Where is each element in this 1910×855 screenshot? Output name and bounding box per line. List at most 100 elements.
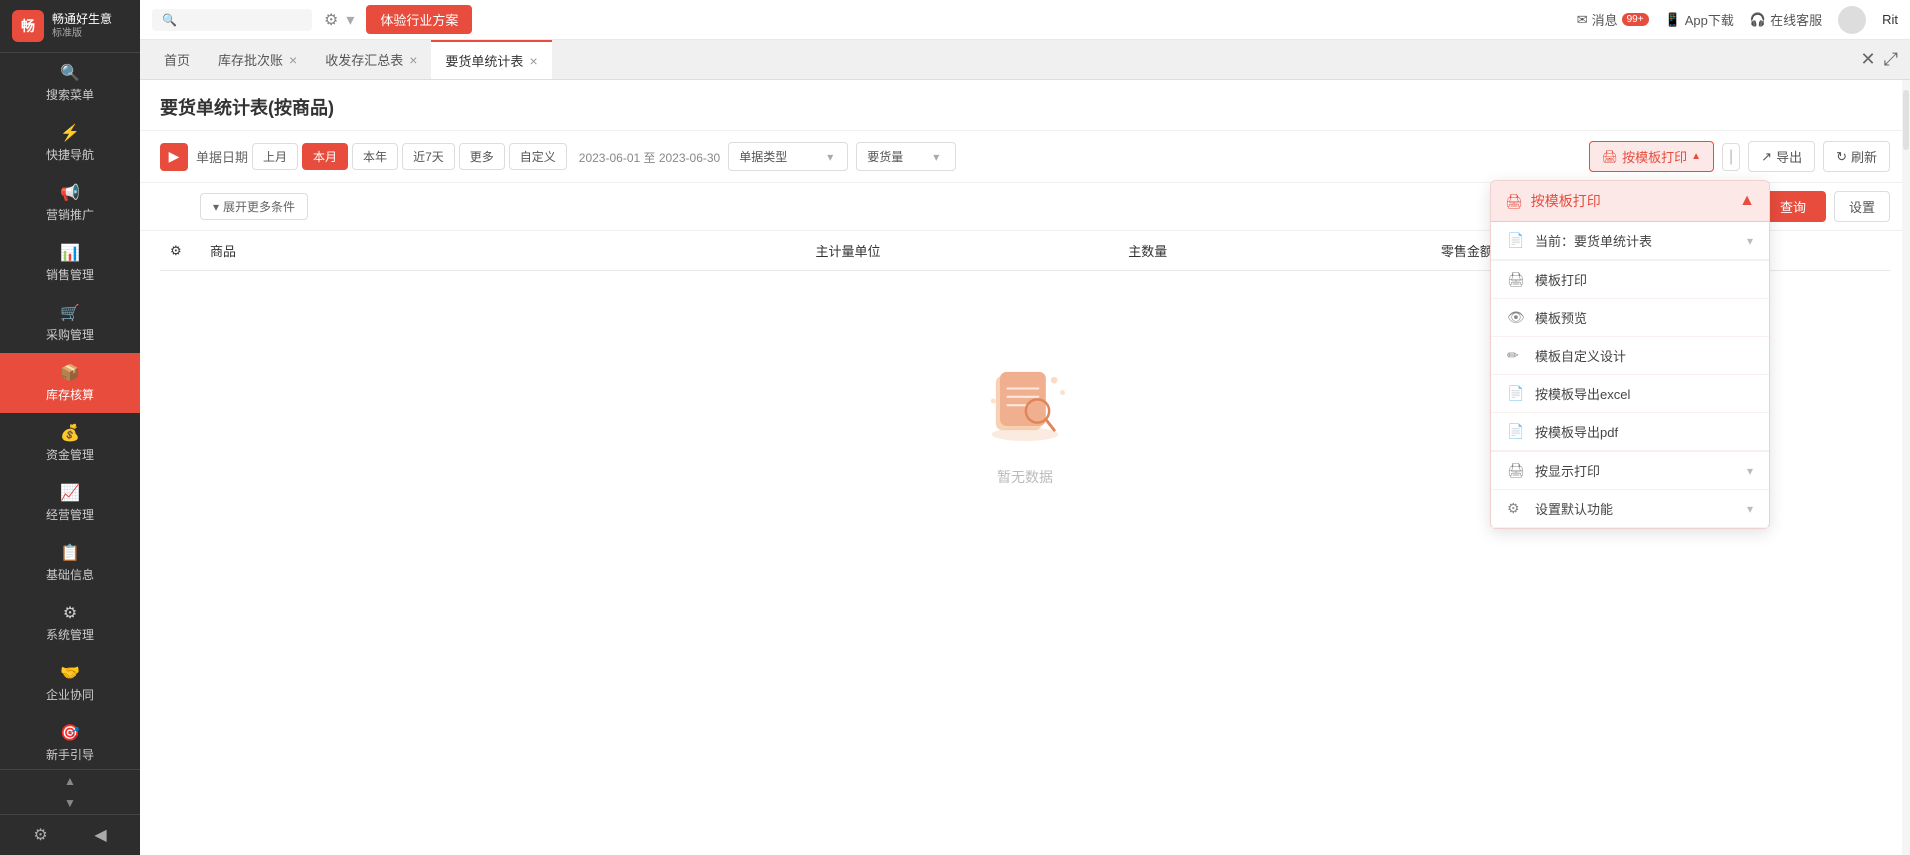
- tab-inventory-batch-close[interactable]: ×: [289, 53, 297, 67]
- sidebar-logo: 畅 畅通好生意 标准版: [0, 0, 140, 53]
- date-range-display: 2023-06-01 至 2023-06-30: [579, 147, 720, 166]
- export-btn-label: 导出: [1776, 147, 1802, 166]
- date-btn-more[interactable]: 更多: [459, 143, 505, 170]
- target-icon: 🎯: [60, 723, 80, 743]
- dropdown-item-template-preview[interactable]: 👁 模板预览: [1491, 299, 1769, 337]
- date-btn-this-month[interactable]: 本月: [302, 143, 348, 170]
- tab-order-summary-close[interactable]: ×: [529, 54, 537, 68]
- message-btn[interactable]: ✉ 消息 99+: [1577, 10, 1649, 29]
- dropdown-item-template-design[interactable]: ✏ 模板自定义设计: [1491, 337, 1769, 375]
- page-header: 要货单统计表(按商品): [140, 80, 1910, 131]
- dropdown-title: 🖨 按模板打印: [1505, 191, 1601, 211]
- right-scrollbar[interactable]: [1902, 80, 1910, 855]
- sidebar-item-marketing[interactable]: 📢 营销推广: [0, 173, 140, 233]
- topbar-gear-icon[interactable]: ⚙: [324, 10, 338, 30]
- sidebar-item-finance[interactable]: 💰 资金管理: [0, 413, 140, 473]
- date-btn-7days[interactable]: 近7天: [402, 143, 455, 170]
- sidebar-item-inventory[interactable]: 📦 库存核算: [0, 353, 140, 413]
- set-default-arrow-icon: ▾: [1747, 502, 1753, 516]
- template-preview-icon: 👁: [1507, 309, 1525, 326]
- sidebar-item-label: 快捷导航: [46, 146, 94, 163]
- tab-receivable-close[interactable]: ×: [409, 53, 417, 67]
- yaohuo-label: 要货量: [867, 148, 903, 165]
- expand-icon-btn[interactable]: ▶: [160, 143, 188, 171]
- trial-button[interactable]: 体验行业方案: [366, 5, 472, 34]
- refresh-btn[interactable]: ↻ 刷新: [1823, 141, 1890, 172]
- sidebar-item-label: 采购管理: [46, 326, 94, 343]
- expand-label: 展开更多条件: [223, 198, 295, 215]
- sidebar-item-sales[interactable]: 📊 销售管理: [0, 233, 140, 293]
- date-btn-custom[interactable]: 自定义: [509, 143, 567, 170]
- sidebar-item-guide[interactable]: 🎯 新手引导: [0, 713, 140, 769]
- template-preview-label: 模板预览: [1535, 308, 1753, 327]
- sidebar-item-purchase[interactable]: 🛒 采购管理: [0, 293, 140, 353]
- settings-btn[interactable]: 设置: [1834, 191, 1890, 222]
- col-unit-header: 主计量单位: [805, 241, 1118, 260]
- toolbar-right: 🖨 按模板打印 ▲ | ↗ 导出 ↻ 刷新: [1589, 141, 1890, 172]
- tab-inventory-batch-label: 库存批次账: [218, 50, 283, 69]
- topbar-search[interactable]: 🔍: [152, 9, 312, 31]
- template-print-icon: 🖨: [1507, 271, 1525, 288]
- dropdown-item-template-print[interactable]: 🖨 模板打印: [1491, 261, 1769, 299]
- sidebar-scroll-up[interactable]: ▲: [0, 769, 140, 792]
- sidebar-item-basic[interactable]: 📋 基础信息: [0, 533, 140, 593]
- doc-type-select[interactable]: 单据类型 ▾: [728, 142, 848, 171]
- sidebar-item-collab[interactable]: 🤝 企业协同: [0, 653, 140, 713]
- maximize-tab-btn[interactable]: ⤢: [1880, 49, 1902, 70]
- dropdown-panel-header: 🖨 按模板打印 ▲: [1491, 181, 1769, 222]
- dropdown-close-btn[interactable]: ▲: [1739, 192, 1755, 210]
- content: 要货单统计表(按商品) ▶ 单据日期 上月 本月 本年 近7天 更多 自定义 2…: [140, 80, 1910, 855]
- export-btn[interactable]: ↗ 导出: [1748, 141, 1815, 172]
- megaphone-icon: 📢: [60, 183, 80, 203]
- set-default-icon: ⚙: [1507, 500, 1525, 517]
- conditions-left: ▾ 展开更多条件: [200, 193, 308, 220]
- topbar: 🔍 ⚙ ▾ 体验行业方案 ✉ 消息 99+ 📱 App下载 🎧 在线客服 Rit: [140, 0, 1910, 40]
- sidebar: 畅 畅通好生意 标准版 🔍 搜索菜单 ⚡ 快捷导航 📢 营销推广 📊 销售管理 …: [0, 0, 140, 855]
- tab-inventory-batch[interactable]: 库存批次账 ×: [204, 40, 311, 79]
- dropdown-item-template-pdf[interactable]: 📄 按模板导出pdf: [1491, 413, 1769, 451]
- date-btn-this-year[interactable]: 本年: [352, 143, 398, 170]
- date-filter-label: 单据日期: [196, 147, 248, 166]
- sidebar-item-quick-nav[interactable]: ⚡ 快捷导航: [0, 113, 140, 173]
- lightning-icon: ⚡: [60, 123, 80, 143]
- template-pdf-label: 按模板导出pdf: [1535, 422, 1753, 441]
- sidebar-scroll-down[interactable]: ▼: [0, 792, 140, 814]
- online-service-btn[interactable]: 🎧 在线客服: [1750, 10, 1822, 29]
- yaohuo-filter[interactable]: 要货量 ▾: [856, 142, 956, 171]
- tab-receivable[interactable]: 收发存汇总表 ×: [311, 40, 431, 79]
- cart-icon: 🛒: [60, 303, 80, 323]
- dropdown-current-item[interactable]: 📄 当前：要货单统计表 ▾: [1491, 222, 1769, 260]
- print-btn[interactable]: 🖨 按模板打印 ▲: [1589, 141, 1714, 172]
- avatar[interactable]: [1838, 6, 1866, 34]
- box-icon: 📦: [60, 363, 80, 383]
- tabbar-actions: ✕ ⤢: [1857, 49, 1910, 70]
- col-product-header: 商品: [200, 241, 805, 260]
- dropdown-item-set-default[interactable]: ⚙ 设置默认功能 ▾: [1491, 490, 1769, 528]
- dropdown-item-display-print[interactable]: 🖨 按显示打印 ▾: [1491, 452, 1769, 490]
- dropdown-item-template-excel[interactable]: 📄 按模板导出excel: [1491, 375, 1769, 413]
- printer-header-icon: 🖨: [1505, 193, 1523, 210]
- message-badge: 99+: [1622, 13, 1649, 26]
- divider-icon[interactable]: |: [1722, 143, 1740, 171]
- col-settings[interactable]: ⚙: [160, 243, 200, 259]
- template-print-label: 模板打印: [1535, 270, 1753, 289]
- app-download-btn[interactable]: 📱 App下载: [1665, 10, 1734, 29]
- collapse-footer-btn[interactable]: ◀: [94, 825, 106, 845]
- main-area: 🔍 ⚙ ▾ 体验行业方案 ✉ 消息 99+ 📱 App下载 🎧 在线客服 Rit: [140, 0, 1910, 855]
- tab-order-summary[interactable]: 要货单统计表 ×: [431, 40, 551, 79]
- sidebar-item-system[interactable]: ⚙ 系统管理: [0, 593, 140, 653]
- date-btn-last-month[interactable]: 上月: [252, 143, 298, 170]
- sidebar-item-label: 库存核算: [46, 386, 94, 403]
- empty-text: 暂无数据: [997, 467, 1053, 487]
- expand-conditions-btn[interactable]: ▾ 展开更多条件: [200, 193, 308, 220]
- yaohuo-arrow-icon: ▾: [933, 150, 939, 164]
- sidebar-item-operations[interactable]: 📈 经营管理: [0, 473, 140, 533]
- topbar-chevron-icon[interactable]: ▾: [346, 10, 354, 30]
- close-tab-btn[interactable]: ✕: [1857, 49, 1880, 70]
- template-design-icon: ✏: [1507, 347, 1525, 364]
- current-label: 当前：要货单统计表: [1535, 231, 1737, 250]
- settings-footer-btn[interactable]: ⚙: [33, 825, 47, 845]
- sidebar-item-search[interactable]: 🔍 搜索菜单: [0, 53, 140, 113]
- tab-home[interactable]: 首页: [150, 40, 204, 79]
- template-pdf-icon: 📄: [1507, 423, 1525, 440]
